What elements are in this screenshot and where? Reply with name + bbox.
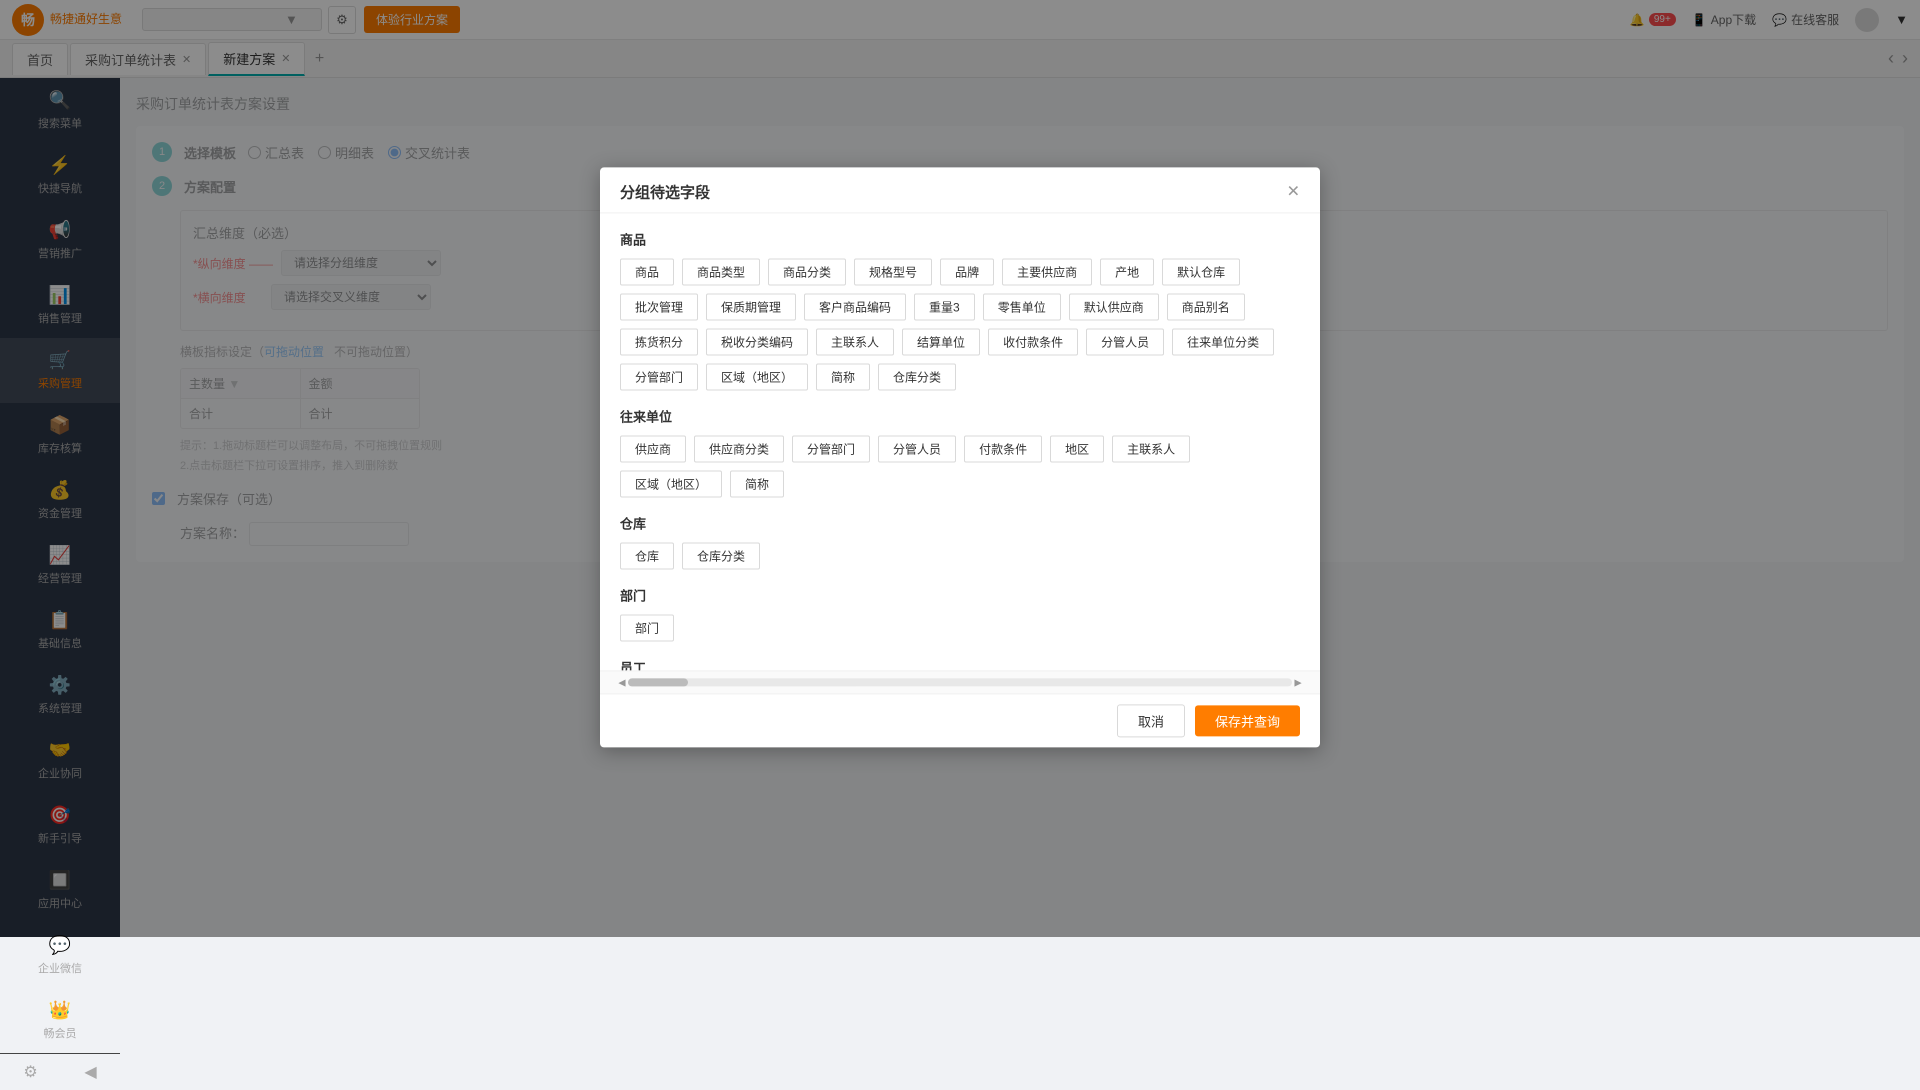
section-dept-title: 部门 — [620, 585, 1300, 604]
sidebar-item-member[interactable]: 👑 畅会员 — [0, 988, 120, 1053]
section-employee-title: 员工 — [620, 657, 1300, 670]
dialog-header: 分组待选字段 ✕ — [600, 167, 1320, 213]
tag-batch-mgmt[interactable]: 批次管理 — [620, 293, 698, 320]
section-product-tags: 商品 商品类型 商品分类 规格型号 品牌 主要供应商 产地 默认仓库 批次管理 … — [620, 258, 1300, 390]
tag-warehouse-category[interactable]: 仓库分类 — [878, 363, 956, 390]
tag-dept-partner[interactable]: 分管部门 — [792, 435, 870, 462]
tag-product-alias[interactable]: 商品别名 — [1167, 293, 1245, 320]
tag-retail-unit[interactable]: 零售单位 — [983, 293, 1061, 320]
tag-product-type[interactable]: 商品类型 — [682, 258, 760, 285]
hscroll-left-arrow[interactable]: ◄ — [616, 675, 628, 689]
section-warehouse-title: 仓库 — [620, 513, 1300, 532]
tag-warehouse[interactable]: 仓库 — [620, 542, 674, 569]
tag-supplier-category[interactable]: 供应商分类 — [694, 435, 784, 462]
tag-payment-cond[interactable]: 付款条件 — [964, 435, 1042, 462]
sidebar-toggle-icon[interactable]: ◀ — [84, 1062, 96, 1082]
tag-default-supplier[interactable]: 默认供应商 — [1069, 293, 1159, 320]
tag-region-partner[interactable]: 地区 — [1050, 435, 1104, 462]
tag-shortname-partner[interactable]: 简称 — [730, 470, 784, 497]
cancel-button[interactable]: 取消 — [1117, 704, 1185, 737]
section-dept-tags: 部门 — [620, 614, 1300, 641]
tag-product-category[interactable]: 商品分类 — [768, 258, 846, 285]
tag-pick-points[interactable]: 拣货积分 — [620, 328, 698, 355]
dialog-title: 分组待选字段 — [620, 181, 710, 202]
tag-default-warehouse[interactable]: 默认仓库 — [1162, 258, 1240, 285]
tag-contact-partner[interactable]: 主联系人 — [1112, 435, 1190, 462]
tag-expiry-mgmt[interactable]: 保质期管理 — [706, 293, 796, 320]
section-partner: 往来单位 供应商 供应商分类 分管部门 分管人员 付款条件 地区 主联系人 区域… — [620, 406, 1300, 497]
tag-area-partner[interactable]: 区域（地区） — [620, 470, 722, 497]
tag-customer-code[interactable]: 客户商品编码 — [804, 293, 906, 320]
tag-dept[interactable]: 分管部门 — [620, 363, 698, 390]
section-product-title: 商品 — [620, 229, 1300, 248]
sidebar-item-wechat-label: 企业微信 — [38, 960, 82, 976]
tag-supplier[interactable]: 供应商 — [620, 435, 686, 462]
section-product: 商品 商品 商品类型 商品分类 规格型号 品牌 主要供应商 产地 默认仓库 批次… — [620, 229, 1300, 390]
tag-spec-model[interactable]: 规格型号 — [854, 258, 932, 285]
dialog-hscroll: ◄ ► — [600, 670, 1320, 693]
tag-tax-code[interactable]: 税收分类编码 — [706, 328, 808, 355]
tag-main-contact[interactable]: 主联系人 — [816, 328, 894, 355]
sidebar-item-member-label: 畅会员 — [44, 1025, 77, 1041]
wechat-icon: 💬 — [49, 935, 71, 956]
tag-department[interactable]: 部门 — [620, 614, 674, 641]
section-warehouse: 仓库 仓库 仓库分类 — [620, 513, 1300, 569]
tag-payment-terms[interactable]: 收付款条件 — [988, 328, 1078, 355]
hscroll-right-arrow[interactable]: ► — [1292, 675, 1304, 689]
sidebar-settings-icon[interactable]: ⚙ — [23, 1062, 37, 1082]
section-dept: 部门 部门 — [620, 585, 1300, 641]
tag-main-supplier[interactable]: 主要供应商 — [1002, 258, 1092, 285]
section-employee: 员工 业务员 — [620, 657, 1300, 670]
tag-product[interactable]: 商品 — [620, 258, 674, 285]
tag-region-product[interactable]: 区域（地区） — [706, 363, 808, 390]
dialog-close-btn[interactable]: ✕ — [1287, 181, 1300, 201]
tag-short-name-product[interactable]: 简称 — [816, 363, 870, 390]
hscroll-track — [628, 678, 1292, 686]
tag-brand[interactable]: 品牌 — [940, 258, 994, 285]
dialog-footer: 取消 保存并查询 — [600, 693, 1320, 747]
section-partner-tags: 供应商 供应商分类 分管部门 分管人员 付款条件 地区 主联系人 区域（地区） … — [620, 435, 1300, 497]
tag-supervisor[interactable]: 分管人员 — [1086, 328, 1164, 355]
hscroll-thumb[interactable] — [628, 678, 688, 686]
tag-partner-category[interactable]: 往来单位分类 — [1172, 328, 1274, 355]
section-warehouse-tags: 仓库 仓库分类 — [620, 542, 1300, 569]
tag-settlement-unit[interactable]: 结算单位 — [902, 328, 980, 355]
field-select-dialog: 分组待选字段 ✕ 商品 商品 商品类型 商品分类 规格型号 品牌 主要供应商 产… — [600, 167, 1320, 747]
tag-warehouse-cat[interactable]: 仓库分类 — [682, 542, 760, 569]
section-partner-title: 往来单位 — [620, 406, 1300, 425]
tag-origin[interactable]: 产地 — [1100, 258, 1154, 285]
confirm-button[interactable]: 保存并查询 — [1195, 705, 1300, 736]
dialog-body: 商品 商品 商品类型 商品分类 规格型号 品牌 主要供应商 产地 默认仓库 批次… — [600, 213, 1320, 670]
member-icon: 👑 — [49, 1000, 71, 1021]
tag-weight[interactable]: 重量3 — [914, 293, 975, 320]
tag-supervisor-partner[interactable]: 分管人员 — [878, 435, 956, 462]
